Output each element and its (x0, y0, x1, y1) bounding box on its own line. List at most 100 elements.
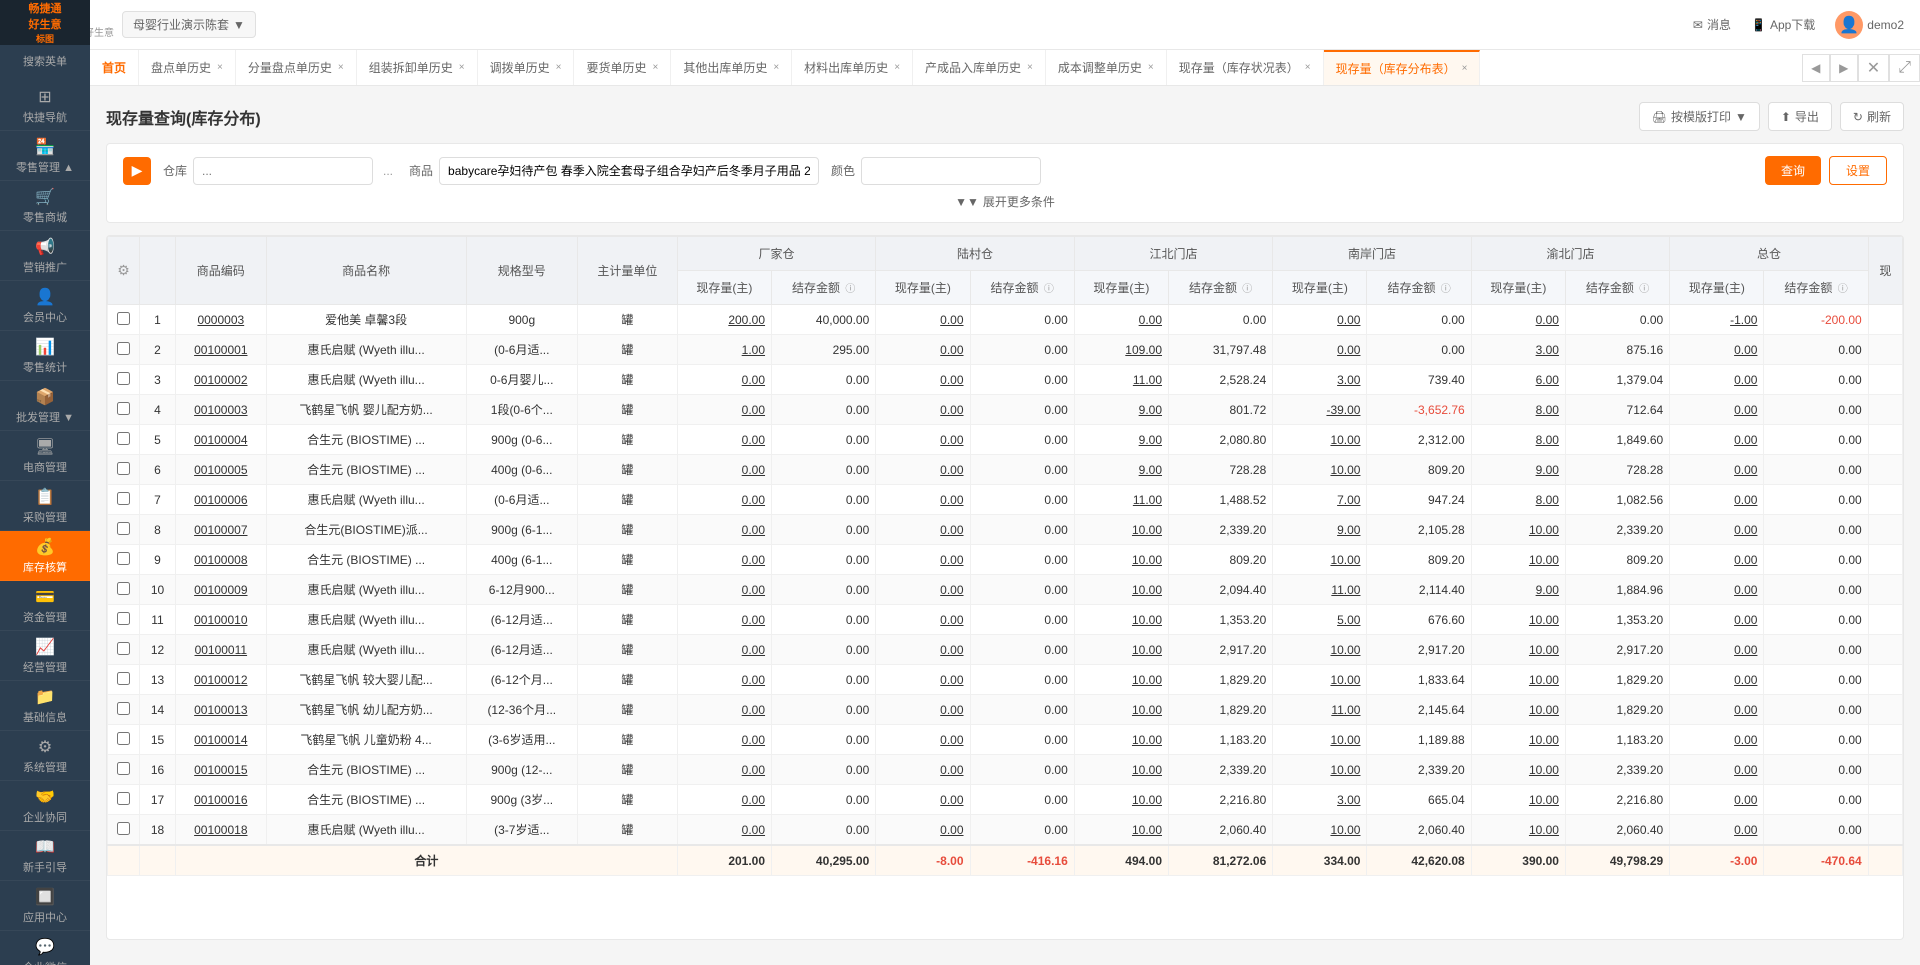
cell-checkbox[interactable] (108, 785, 140, 815)
row-checkbox[interactable] (117, 702, 130, 715)
nav-close-all-btn[interactable]: ✕ (1858, 54, 1889, 82)
code-link[interactable]: 00100012 (194, 673, 247, 687)
export-btn[interactable]: ⬆ 导出 (1768, 102, 1832, 131)
filter-arrow-btn[interactable]: ▶ (123, 157, 151, 185)
tab-chuku-close[interactable]: × (773, 62, 779, 73)
tab-kucunfenbu[interactable]: 现存量（库存分布表） × (1324, 50, 1481, 86)
code-link[interactable]: 0000003 (197, 313, 244, 327)
row-checkbox[interactable] (117, 822, 130, 835)
tab-chengben-close[interactable]: × (1148, 62, 1154, 73)
code-link[interactable]: 00100006 (194, 493, 247, 507)
na-amt-info-icon[interactable]: ⓘ (1441, 284, 1451, 295)
sidebar-item-tongji[interactable]: 📊 零售统计 (0, 331, 90, 381)
sidebar-item-jichu[interactable]: 📁 基础信息 (0, 681, 90, 731)
cell-checkbox[interactable] (108, 815, 140, 846)
nav-expand-btn[interactable]: ⤢ (1889, 54, 1920, 82)
message-btn[interactable]: ✉ 消息 (1693, 16, 1731, 33)
print-btn[interactable]: 🖨 按模版打印 ▼ (1639, 102, 1760, 131)
industry-selector[interactable]: 母婴行业演示陈套 ▼ (122, 11, 256, 38)
color-input[interactable] (861, 157, 1041, 185)
row-checkbox[interactable] (117, 732, 130, 745)
gear-settings-btn[interactable]: ⚙ (117, 262, 130, 279)
product-input[interactable] (439, 157, 819, 185)
code-link[interactable]: 00100009 (194, 583, 247, 597)
cell-checkbox[interactable] (108, 515, 140, 545)
code-link[interactable]: 00100002 (194, 373, 247, 387)
sidebar-item-pifa[interactable]: 📦 批发管理 ▼ (0, 381, 90, 431)
zc-amt-info-icon[interactable]: ⓘ (1838, 284, 1848, 295)
sidebar-item-jingying[interactable]: 📈 经营管理 (0, 631, 90, 681)
cell-checkbox[interactable] (108, 545, 140, 575)
cell-checkbox[interactable] (108, 725, 140, 755)
code-link[interactable]: 00100001 (194, 343, 247, 357)
jb-amt-info-icon[interactable]: ⓘ (1242, 284, 1252, 295)
tab-diaoBo[interactable]: 调拨单历史 × (478, 50, 575, 86)
user-area[interactable]: 👤 demo2 (1835, 11, 1904, 39)
cell-checkbox[interactable] (108, 365, 140, 395)
code-link[interactable]: 00100004 (194, 433, 247, 447)
expand-conditions-btn[interactable]: ▼▼ 展开更多条件 (955, 193, 1055, 210)
row-checkbox[interactable] (117, 762, 130, 775)
code-link[interactable]: 00100014 (194, 733, 247, 747)
cell-checkbox[interactable] (108, 485, 140, 515)
code-link[interactable]: 00100011 (195, 643, 248, 657)
tab-zuzhuan[interactable]: 组装拆卸单历史 × (357, 50, 478, 86)
sidebar-item-xinshou[interactable]: 📖 新手引导 (0, 831, 90, 881)
row-checkbox[interactable] (117, 372, 130, 385)
sidebar-item-huiyuan[interactable]: 👤 会员中心 (0, 281, 90, 331)
tab-pandian[interactable]: 盘点单历史 × (139, 50, 236, 86)
sidebar-item-kuaijie[interactable]: ⊞ 快捷导航 (0, 81, 90, 131)
sidebar-item-yingyong[interactable]: 🔲 应用中心 (0, 881, 90, 931)
cell-checkbox[interactable] (108, 305, 140, 335)
fj-amt-info-icon[interactable]: ⓘ (845, 284, 855, 295)
sidebar-item-kucun[interactable]: 💰 库存核算 (0, 531, 90, 581)
warehouse-input[interactable] (193, 157, 373, 185)
row-checkbox[interactable] (117, 792, 130, 805)
tab-fenpandian[interactable]: 分量盘点单历史 × (236, 50, 357, 86)
row-checkbox[interactable] (117, 402, 130, 415)
sidebar-item-shangcheng[interactable]: 🛒 零售商城 (0, 181, 90, 231)
row-checkbox[interactable] (117, 462, 130, 475)
code-link[interactable]: 00100016 (194, 793, 247, 807)
row-checkbox[interactable] (117, 342, 130, 355)
row-checkbox[interactable] (117, 432, 130, 445)
code-link[interactable]: 00100018 (194, 823, 247, 837)
warehouse-dots[interactable]: ... (379, 164, 397, 178)
cell-checkbox[interactable] (108, 755, 140, 785)
row-checkbox[interactable] (117, 642, 130, 655)
row-checkbox[interactable] (117, 492, 130, 505)
tab-kucunzhuangkuang-close[interactable]: × (1305, 62, 1311, 73)
nav-next-btn[interactable]: ▶ (1830, 54, 1858, 82)
sidebar-item-dianshang[interactable]: 🖥 电商管理 (0, 431, 90, 481)
sidebar-item-xietong[interactable]: 🤝 企业协同 (0, 781, 90, 831)
code-link[interactable]: 00100003 (194, 403, 247, 417)
code-link[interactable]: 00100005 (194, 463, 247, 477)
sidebar-item-caigou[interactable]: 📋 采购管理 (0, 481, 90, 531)
tab-pandian-close[interactable]: × (217, 62, 223, 73)
row-checkbox[interactable] (117, 312, 130, 325)
tab-chuku[interactable]: 其他出库单历史 × (671, 50, 792, 86)
tab-yaohuo[interactable]: 要货单历史 × (574, 50, 671, 86)
tab-chengpin[interactable]: 产成品入库单历史 × (913, 50, 1046, 86)
cell-checkbox[interactable] (108, 665, 140, 695)
code-link[interactable]: 00100013 (194, 703, 247, 717)
tab-chengben[interactable]: 成本调整单历史 × (1046, 50, 1167, 86)
code-link[interactable]: 00100008 (194, 553, 247, 567)
tab-cailiaochu[interactable]: 材料出库单历史 × (792, 50, 913, 86)
sidebar-item-lingshougly[interactable]: 🏪 零售管理 ▲ (0, 131, 90, 181)
sidebar-item-zijin[interactable]: 💳 资金管理 (0, 581, 90, 631)
cell-checkbox[interactable] (108, 635, 140, 665)
tab-chengpin-close[interactable]: × (1027, 62, 1033, 73)
settings-btn[interactable]: 设置 (1829, 156, 1887, 185)
row-checkbox[interactable] (117, 552, 130, 565)
tab-fenpandian-close[interactable]: × (338, 62, 344, 73)
cell-checkbox[interactable] (108, 605, 140, 635)
cell-checkbox[interactable] (108, 395, 140, 425)
cell-checkbox[interactable] (108, 335, 140, 365)
cell-checkbox[interactable] (108, 695, 140, 725)
row-checkbox[interactable] (117, 672, 130, 685)
tab-cailiaochu-close[interactable]: × (894, 62, 900, 73)
lc-amt-info-icon[interactable]: ⓘ (1044, 284, 1054, 295)
refresh-btn[interactable]: ↻ 刷新 (1840, 102, 1904, 131)
cell-checkbox[interactable] (108, 575, 140, 605)
